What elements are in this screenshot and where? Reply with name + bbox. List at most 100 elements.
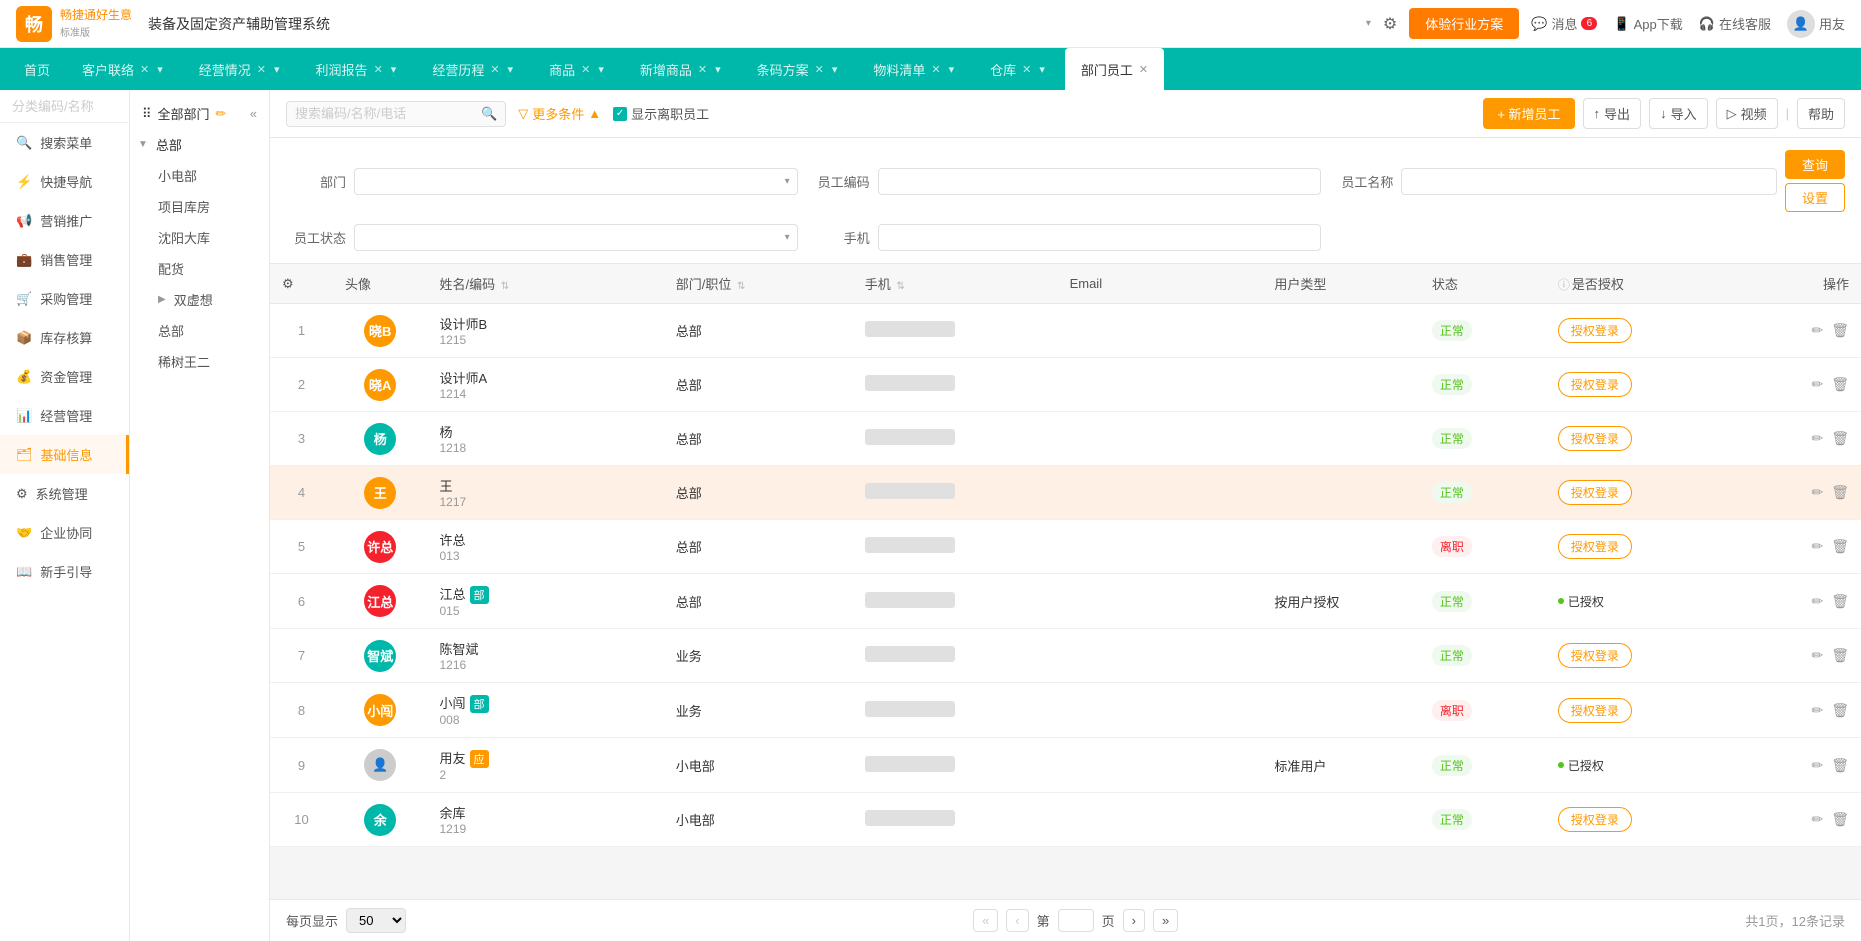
emp-name-input[interactable] (1401, 168, 1777, 195)
sidebar-item-finance[interactable]: 💰 资金管理 (0, 357, 129, 396)
system-title-arrow[interactable]: ▾ (1366, 18, 1371, 29)
settings-gear-icon[interactable]: ⚙ (1383, 14, 1397, 34)
close-icon[interactable]: ✕ (698, 63, 707, 76)
tab-goods[interactable]: 商品✕▾ (533, 48, 624, 90)
more-filter-btn[interactable]: ▽ 更多条件 ▲ (518, 104, 601, 123)
edit-icon[interactable]: ✏ (1811, 811, 1823, 828)
dept-item-kufang[interactable]: 项目库房 (130, 191, 269, 222)
sort-icon[interactable]: ⇅ (896, 281, 904, 292)
edit-icon[interactable]: ✏ (1811, 593, 1823, 610)
add-employee-btn[interactable]: + 新增员工 (1483, 98, 1574, 129)
close-icon[interactable]: ✕ (257, 63, 266, 76)
dept-item-shuangxu[interactable]: ▶ 双虚想 (130, 284, 269, 315)
sidebar-item-purchase[interactable]: 🛒 采购管理 (0, 279, 129, 318)
sidebar-item-sales[interactable]: 💼 销售管理 (0, 240, 129, 279)
dept-collapse-icon[interactable]: « (250, 106, 257, 121)
edit-icon[interactable]: ✏ (1811, 376, 1823, 393)
auth-login-btn[interactable]: 授权登录 (1558, 372, 1632, 397)
delete-icon[interactable]: 🗑 (1831, 593, 1849, 610)
tab-new-goods[interactable]: 新增商品✕▾ (624, 48, 741, 90)
col-settings[interactable]: ⚙ (270, 264, 333, 304)
dept-item-root[interactable]: ▼ 总部 (130, 129, 269, 160)
next-page-btn[interactable]: › (1123, 909, 1145, 932)
page-size-select[interactable]: 50 20 100 (346, 908, 406, 933)
first-page-btn[interactable]: « (973, 909, 998, 932)
message-btn[interactable]: 💬 消息 6 (1531, 14, 1597, 33)
col-name-header[interactable]: 姓名/编码 ⇅ (428, 264, 664, 304)
delete-icon[interactable]: 🗑 (1831, 484, 1849, 501)
sidebar-item-inventory[interactable]: 📦 库存核算 (0, 318, 129, 357)
sidebar-item-search[interactable]: 🔍 搜索菜单 (0, 123, 129, 162)
auth-login-btn[interactable]: 授权登录 (1558, 698, 1632, 723)
sidebar-search-input[interactable] (12, 99, 130, 114)
online-service-btn[interactable]: 🎧 在线客服 (1699, 14, 1771, 33)
page-input[interactable]: 1 (1058, 909, 1094, 932)
info-icon[interactable]: ⓘ (1558, 278, 1570, 292)
search-icon[interactable]: 🔍 (481, 106, 497, 122)
export-btn[interactable]: ↑ 导出 (1583, 98, 1642, 129)
close-icon[interactable]: ✕ (815, 63, 824, 76)
sidebar-item-guide[interactable]: 📖 新手引导 (0, 552, 129, 591)
import-btn[interactable]: ↓ 导入 (1649, 98, 1708, 129)
view-btn[interactable]: ▷ 视频 (1716, 98, 1778, 129)
sort-icon[interactable]: ⇅ (737, 281, 745, 292)
auth-login-btn[interactable]: 授权登录 (1558, 480, 1632, 505)
last-page-btn[interactable]: » (1153, 909, 1178, 932)
edit-icon[interactable]: ✏ (1811, 322, 1823, 339)
delete-icon[interactable]: 🗑 (1831, 376, 1849, 393)
sidebar-item-marketing[interactable]: 📢 营销推广 (0, 201, 129, 240)
tab-operation[interactable]: 经营情况✕▾ (183, 48, 300, 90)
sidebar-item-system[interactable]: ⚙ 系统管理 (0, 474, 129, 513)
set-btn[interactable]: 设置 (1785, 183, 1845, 212)
delete-icon[interactable]: 🗑 (1831, 430, 1849, 447)
sidebar-item-basic[interactable]: 🗂 基础信息 (0, 435, 129, 474)
dept-edit-icon[interactable]: ✏ (216, 106, 227, 122)
auth-login-btn[interactable]: 授权登录 (1558, 534, 1632, 559)
close-icon[interactable]: ✕ (140, 63, 149, 76)
close-icon[interactable]: ✕ (931, 63, 940, 76)
tab-bom[interactable]: 物料清单✕▾ (857, 48, 974, 90)
phone-input[interactable] (878, 224, 1322, 251)
close-icon[interactable]: ✕ (1139, 63, 1148, 76)
sidebar-item-management[interactable]: 📊 经营管理 (0, 396, 129, 435)
trial-btn[interactable]: 体验行业方案 (1409, 8, 1519, 39)
tab-profit[interactable]: 利润报告✕▾ (300, 48, 417, 90)
app-download-btn[interactable]: 📱 App下载 (1613, 14, 1682, 33)
prev-page-btn[interactable]: ‹ (1006, 909, 1028, 932)
edit-icon[interactable]: ✏ (1811, 538, 1823, 555)
show-departed-toggle[interactable]: ✓ 显示离职员工 (613, 104, 709, 123)
auth-login-btn[interactable]: 授权登录 (1558, 426, 1632, 451)
search-btn[interactable]: 查询 (1785, 150, 1845, 179)
delete-icon[interactable]: 🗑 (1831, 702, 1849, 719)
edit-icon[interactable]: ✏ (1811, 702, 1823, 719)
tab-barcode[interactable]: 条码方案✕▾ (741, 48, 858, 90)
close-icon[interactable]: ✕ (581, 63, 590, 76)
status-select[interactable] (354, 224, 798, 251)
tab-home[interactable]: 首页 (8, 48, 66, 90)
dept-item-shenyang[interactable]: 沈阳大库 (130, 222, 269, 253)
col-dept-header[interactable]: 部门/职位 ⇅ (664, 264, 853, 304)
emp-code-input[interactable] (878, 168, 1322, 195)
close-icon[interactable]: ✕ (374, 63, 383, 76)
close-icon[interactable]: ✕ (490, 63, 499, 76)
delete-icon[interactable]: 🗑 (1831, 757, 1849, 774)
sidebar-item-quicknav[interactable]: ⚡ 快捷导航 (0, 162, 129, 201)
col-phone-header[interactable]: 手机 ⇅ (853, 264, 1058, 304)
edit-icon[interactable]: ✏ (1811, 757, 1823, 774)
sort-icon[interactable]: ⇅ (501, 281, 509, 292)
auth-login-btn[interactable]: 授权登录 (1558, 807, 1632, 832)
delete-icon[interactable]: 🗑 (1831, 811, 1849, 828)
search-input[interactable] (295, 106, 475, 121)
dept-item-xishu[interactable]: 稀树王二 (130, 346, 269, 377)
tab-employees[interactable]: 部门员工✕ (1065, 48, 1164, 90)
close-icon[interactable]: ✕ (1022, 63, 1031, 76)
edit-icon[interactable]: ✏ (1811, 484, 1823, 501)
dept-item-zongbu[interactable]: 总部 (130, 315, 269, 346)
delete-icon[interactable]: 🗑 (1831, 647, 1849, 664)
auth-login-btn[interactable]: 授权登录 (1558, 643, 1632, 668)
help-btn[interactable]: 帮助 (1797, 98, 1845, 129)
sidebar-item-collab[interactable]: 🤝 企业协同 (0, 513, 129, 552)
tab-history[interactable]: 经营历程✕▾ (416, 48, 533, 90)
tab-customer[interactable]: 客户联络✕▾ (66, 48, 183, 90)
delete-icon[interactable]: 🗑 (1831, 322, 1849, 339)
